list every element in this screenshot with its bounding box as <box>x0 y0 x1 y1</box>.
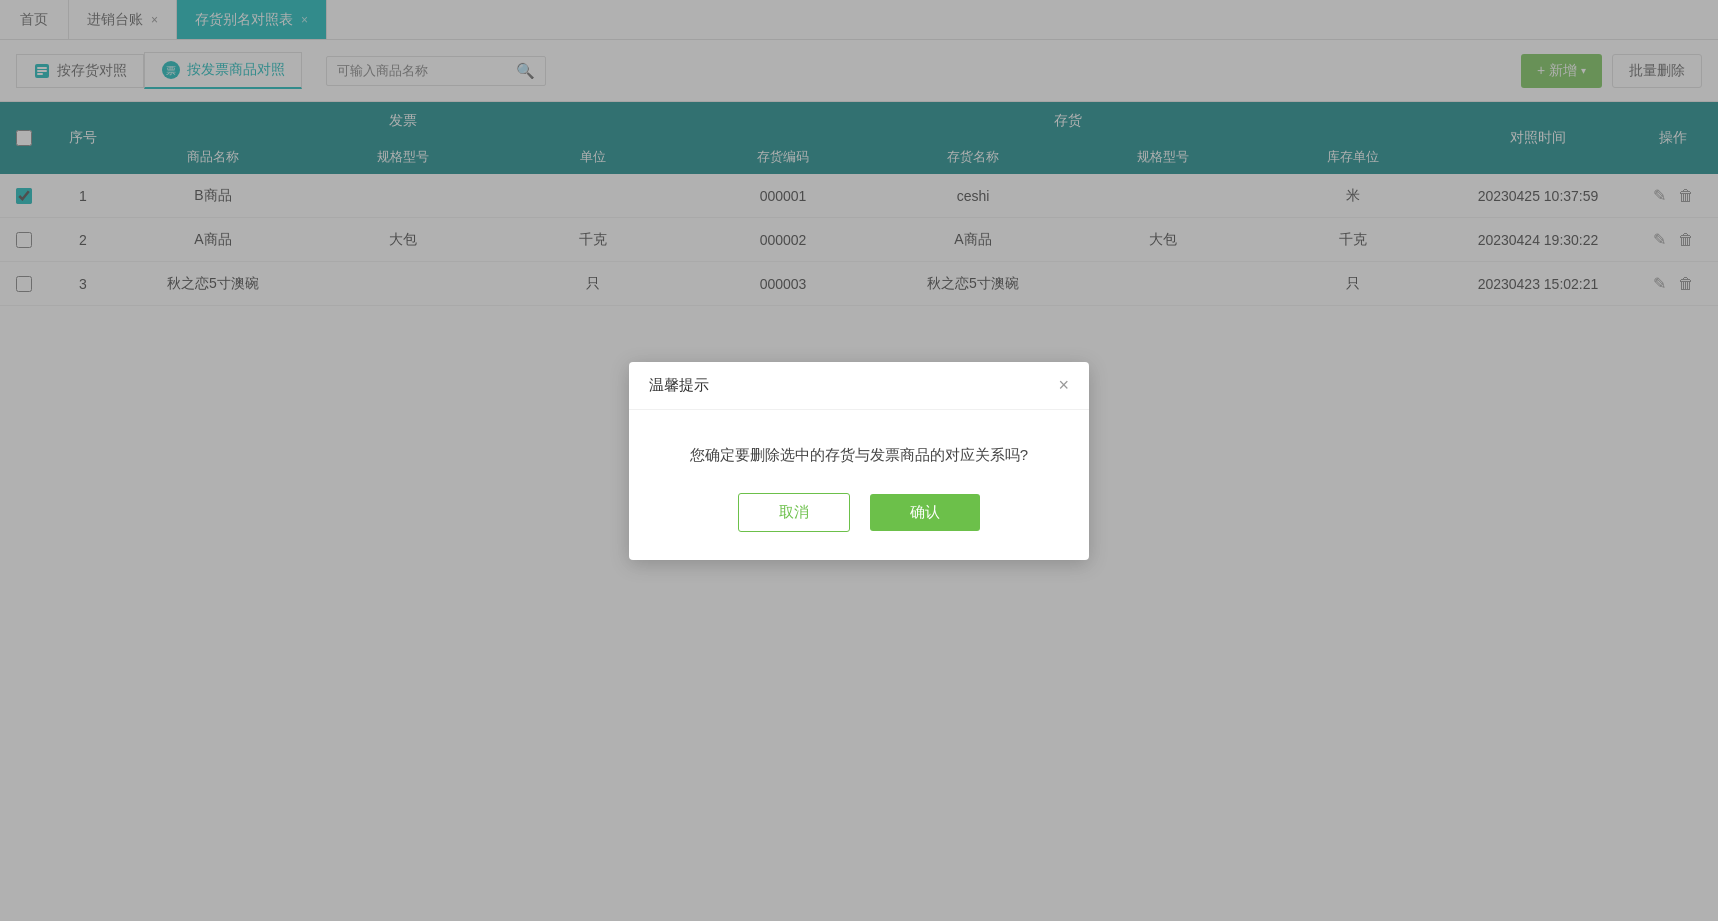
dialog: 温馨提示 × 您确定要删除选中的存货与发票商品的对应关系吗? 取消 确认 <box>629 362 1089 560</box>
overlay: 温馨提示 × 您确定要删除选中的存货与发票商品的对应关系吗? 取消 确认 <box>0 0 1718 921</box>
dialog-close-icon[interactable]: × <box>1058 376 1069 394</box>
dialog-header: 温馨提示 × <box>629 362 1089 410</box>
dialog-confirm-button[interactable]: 确认 <box>870 494 980 531</box>
dialog-body: 您确定要删除选中的存货与发票商品的对应关系吗? <box>629 410 1089 493</box>
dialog-message: 您确定要删除选中的存货与发票商品的对应关系吗? <box>690 446 1028 463</box>
dialog-cancel-button[interactable]: 取消 <box>738 493 850 532</box>
dialog-title: 温馨提示 <box>649 376 709 395</box>
dialog-footer: 取消 确认 <box>629 493 1089 560</box>
